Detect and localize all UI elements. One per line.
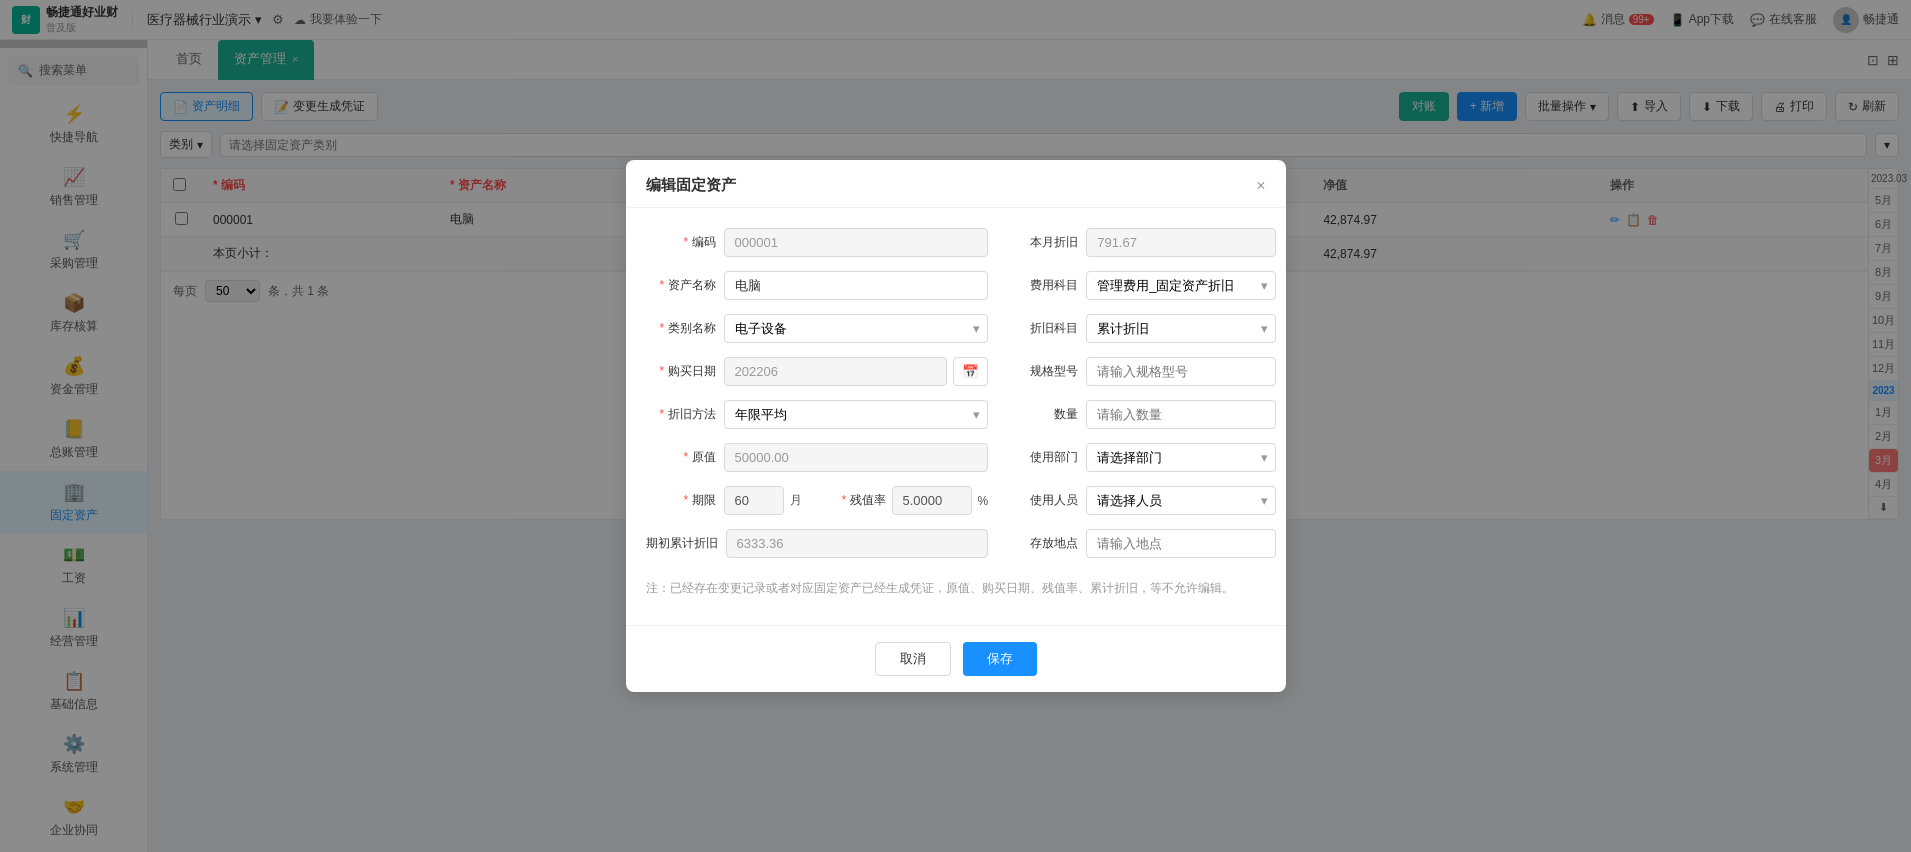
original-value-label: 原值 bbox=[646, 449, 716, 466]
form-row-depreciation-subject: 折旧科目 累计折旧 ▾ bbox=[1008, 314, 1276, 343]
monthly-depreciation-input bbox=[1086, 228, 1276, 257]
category-label: 类别名称 bbox=[646, 320, 716, 337]
edit-asset-dialog: 编辑固定资产 × 编码 资产名称 bbox=[626, 160, 1286, 692]
cancel-button[interactable]: 取消 bbox=[875, 642, 951, 676]
department-label: 使用部门 bbox=[1008, 449, 1078, 466]
spec-model-label: 规格型号 bbox=[1008, 363, 1078, 380]
form-row-monthly-depreciation: 本月折旧 bbox=[1008, 228, 1276, 257]
form-row-quantity: 数量 bbox=[1008, 400, 1276, 429]
form-grid: 编码 资产名称 类别名称 电子设备 bbox=[646, 228, 1266, 572]
form-row-asset-name: 资产名称 bbox=[646, 271, 989, 300]
form-row-person: 使用人员 请选择人员 ▾ bbox=[1008, 486, 1276, 515]
dialog-body: 编码 资产名称 类别名称 电子设备 bbox=[626, 208, 1286, 625]
dialog-footer: 取消 保存 bbox=[626, 625, 1286, 692]
dialog-close-btn[interactable]: × bbox=[1256, 177, 1265, 195]
original-value-input[interactable] bbox=[724, 443, 989, 472]
location-input[interactable] bbox=[1086, 529, 1276, 558]
form-row-expense-subject: 费用科目 管理费用_固定资产折旧 ▾ bbox=[1008, 271, 1276, 300]
calendar-btn[interactable]: 📅 bbox=[953, 357, 988, 386]
person-select[interactable]: 请选择人员 bbox=[1086, 486, 1276, 515]
depreciation-subject-select[interactable]: 累计折旧 bbox=[1086, 314, 1276, 343]
purchase-date-label: 购买日期 bbox=[646, 363, 716, 380]
form-row-depreciation-method: 折旧方法 年限平均 ▾ bbox=[646, 400, 989, 429]
depreciation-subject-label: 折旧科目 bbox=[1008, 320, 1078, 337]
residual-rate-label: 残值率 bbox=[816, 492, 886, 509]
form-right: 本月折旧 费用科目 管理费用_固定资产折旧 ▾ bbox=[1008, 228, 1276, 572]
residual-rate-input[interactable] bbox=[892, 486, 972, 515]
person-label: 使用人员 bbox=[1008, 492, 1078, 509]
initial-accumulated-label: 期初累计折旧 bbox=[646, 535, 718, 552]
purchase-date-inline: 📅 bbox=[724, 357, 989, 386]
modal-overlay: 编辑固定资产 × 编码 资产名称 bbox=[0, 0, 1911, 852]
depreciation-method-select[interactable]: 年限平均 bbox=[724, 400, 989, 429]
form-row-category: 类别名称 电子设备 ▾ bbox=[646, 314, 989, 343]
form-row-department: 使用部门 请选择部门 ▾ bbox=[1008, 443, 1276, 472]
initial-accumulated-input[interactable] bbox=[726, 529, 989, 558]
period-inline: 月 残值率 % bbox=[724, 486, 989, 515]
dialog-header: 编辑固定资产 × bbox=[626, 160, 1286, 208]
form-row-period: 期限 月 残值率 % bbox=[646, 486, 989, 515]
asset-name-input[interactable] bbox=[724, 271, 989, 300]
code-input[interactable] bbox=[724, 228, 989, 257]
depreciation-method-select-wrap: 年限平均 ▾ bbox=[724, 400, 989, 429]
expense-subject-label: 费用科目 bbox=[1008, 277, 1078, 294]
period-input[interactable] bbox=[724, 486, 784, 515]
period-label: 期限 bbox=[646, 492, 716, 509]
form-row-spec-model: 规格型号 bbox=[1008, 357, 1276, 386]
person-select-wrap: 请选择人员 ▾ bbox=[1086, 486, 1276, 515]
monthly-depreciation-label: 本月折旧 bbox=[1008, 234, 1078, 251]
depreciation-subject-select-wrap: 累计折旧 ▾ bbox=[1086, 314, 1276, 343]
purchase-date-input[interactable] bbox=[724, 357, 948, 386]
expense-subject-select-wrap: 管理费用_固定资产折旧 ▾ bbox=[1086, 271, 1276, 300]
dialog-title: 编辑固定资产 bbox=[646, 176, 736, 195]
category-select[interactable]: 电子设备 bbox=[724, 314, 989, 343]
department-select-wrap: 请选择部门 ▾ bbox=[1086, 443, 1276, 472]
form-row-location: 存放地点 bbox=[1008, 529, 1276, 558]
form-row-initial-accumulated: 期初累计折旧 bbox=[646, 529, 989, 558]
code-label: 编码 bbox=[646, 234, 716, 251]
form-row-code: 编码 bbox=[646, 228, 989, 257]
period-unit: 月 bbox=[790, 492, 802, 509]
dialog-note: 注：已经存在变更记录或者对应固定资产已经生成凭证，原值、购买日期、残值率、累计折… bbox=[646, 572, 1266, 605]
depreciation-method-label: 折旧方法 bbox=[646, 406, 716, 423]
form-row-original-value: 原值 bbox=[646, 443, 989, 472]
location-label: 存放地点 bbox=[1008, 535, 1078, 552]
department-select[interactable]: 请选择部门 bbox=[1086, 443, 1276, 472]
category-select-wrap: 电子设备 ▾ bbox=[724, 314, 989, 343]
form-row-purchase-date: 购买日期 📅 bbox=[646, 357, 989, 386]
expense-subject-select[interactable]: 管理费用_固定资产折旧 bbox=[1086, 271, 1276, 300]
spec-model-input[interactable] bbox=[1086, 357, 1276, 386]
quantity-input[interactable] bbox=[1086, 400, 1276, 429]
save-button[interactable]: 保存 bbox=[963, 642, 1037, 676]
asset-name-label: 资产名称 bbox=[646, 277, 716, 294]
form-left: 编码 资产名称 类别名称 电子设备 bbox=[646, 228, 989, 572]
quantity-label: 数量 bbox=[1008, 406, 1078, 423]
residual-rate-unit: % bbox=[978, 494, 989, 508]
